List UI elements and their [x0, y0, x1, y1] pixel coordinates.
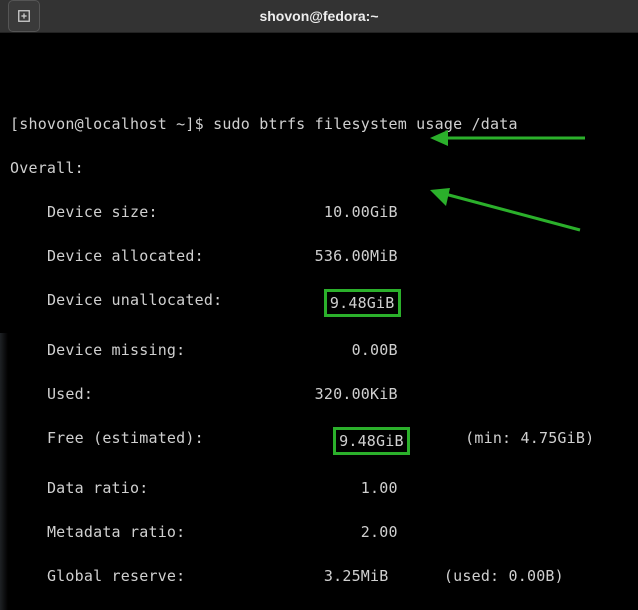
row-used: Used: 320.00KiB — [10, 383, 628, 405]
new-tab-button[interactable] — [8, 0, 40, 32]
row-data-ratio: Data ratio: 1.00 — [10, 477, 628, 499]
row-device-missing: Device missing: 0.00B — [10, 339, 628, 361]
highlight-box-unallocated: 9.48GiB — [324, 289, 401, 317]
new-tab-icon — [17, 9, 31, 23]
row-global-reserve: Global reserve: 3.25MiB (used: 0.00B) — [10, 565, 628, 587]
typed-command: sudo btrfs filesystem usage /data — [213, 115, 518, 133]
row-free-estimated: Free (estimated): 9.48GiB (min: 4.75GiB) — [10, 427, 628, 455]
row-device-size: Device size: 10.00GiB — [10, 201, 628, 223]
row-device-unallocated: Device unallocated: 9.48GiB — [10, 289, 628, 317]
terminal-window: shovon@fedora:~ [shovon@localhost ~]$ su… — [0, 0, 638, 610]
window-title: shovon@fedora:~ — [0, 8, 638, 24]
shell-prompt: [shovon@localhost ~]$ — [10, 115, 204, 133]
terminal-body[interactable]: [shovon@localhost ~]$ sudo btrfs filesys… — [0, 33, 638, 610]
highlight-box-free: 9.48GiB — [333, 427, 410, 455]
titlebar: shovon@fedora:~ — [0, 0, 638, 33]
left-shadow — [0, 333, 8, 610]
line-prompt-cmd: [shovon@localhost ~]$ sudo btrfs filesys… — [10, 113, 628, 135]
row-metadata-ratio: Metadata ratio: 2.00 — [10, 521, 628, 543]
overall-header: Overall: — [10, 157, 628, 179]
global-reserve-used: (used: 0.00B) — [444, 565, 564, 587]
row-device-allocated: Device allocated: 536.00MiB — [10, 245, 628, 267]
free-min: (min: 4.75GiB) — [465, 427, 594, 455]
